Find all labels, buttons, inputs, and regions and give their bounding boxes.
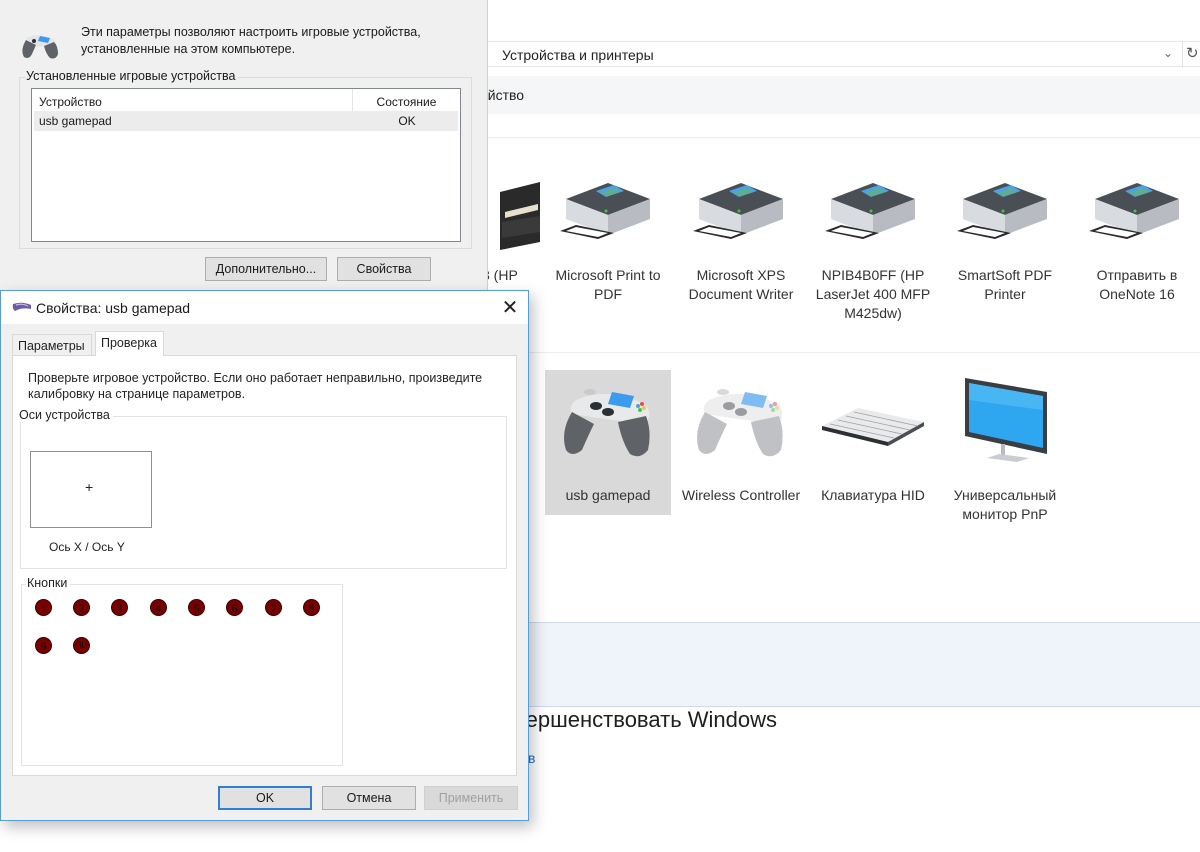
properties-button[interactable]: Свойства — [337, 257, 431, 281]
printer-item[interactable]: NPIB4B0FF (HP LaserJet 400 MFP M425dw) — [810, 162, 936, 323]
advanced-button[interactable]: Дополнительно... — [205, 257, 327, 281]
gamepad-button-indicator: 8 — [303, 599, 320, 616]
game-controllers-dialog: Эти параметры позволяют настроить игровы… — [0, 0, 488, 300]
buttons-group — [21, 584, 343, 766]
column-header-device[interactable]: Устройство — [39, 95, 102, 109]
gamepad-icon — [678, 370, 804, 470]
cancel-button[interactable]: Отмена — [322, 786, 416, 810]
printer-item[interactable]: Отправить в OneNote 16 — [1074, 162, 1200, 304]
gamepad-button-indicator: 5 — [188, 599, 205, 616]
device-name: usb gamepad — [565, 487, 651, 503]
xy-axis-label: Ось X / Ось Y — [49, 540, 125, 554]
command-bar: ойство — [480, 76, 1200, 114]
close-icon[interactable]: ✕ — [495, 295, 525, 321]
divider — [480, 137, 1200, 138]
printer-icon — [1074, 162, 1200, 262]
gamepad-icon — [12, 301, 32, 316]
keyboard-icon — [810, 370, 936, 470]
breadcrumb[interactable]: Устройства и принтеры — [502, 47, 654, 63]
device-cell: usb gamepad — [39, 114, 112, 128]
crosshair-icon: + — [85, 479, 94, 495]
apply-button[interactable]: Применить — [424, 786, 518, 810]
printer-item[interactable]: SmartSoft PDF Printer — [942, 162, 1068, 304]
printer-name: SmartSoft PDF Printer — [957, 267, 1053, 302]
device-name: Универсальный монитор PnP — [953, 487, 1057, 522]
gamepad-properties-dialog: Свойства: usb gamepad ✕ Параметры Провер… — [0, 290, 529, 821]
address-bar[interactable]: › Устройства и принтеры ⌄ ↻ — [480, 41, 1200, 68]
details-pane — [480, 622, 1200, 707]
improve-windows-link[interactable]: в — [528, 750, 535, 766]
list-header: Устройство Состояние — [32, 89, 460, 111]
printer-icon — [678, 162, 804, 262]
xy-axis-display: + — [30, 451, 152, 528]
device-item-wireless-controller[interactable]: Wireless Controller — [678, 370, 804, 505]
device-name: Wireless Controller — [681, 487, 801, 503]
printer-name: Microsoft XPS Document Writer — [688, 267, 794, 302]
ok-button[interactable]: OK — [218, 786, 312, 810]
printer-icon — [810, 162, 936, 262]
dialog-titlebar[interactable]: Свойства: usb gamepad ✕ — [1, 291, 528, 324]
column-header-status[interactable]: Состояние — [352, 89, 460, 111]
gamepad-button-indicator: 7 — [265, 599, 282, 616]
gamepad-icon — [545, 370, 671, 470]
installed-devices-list[interactable]: Устройство Состояние usb gamepad OK — [31, 88, 461, 242]
status-cell: OK — [398, 114, 416, 128]
printer-item[interactable]: Microsoft Print to PDF — [545, 162, 671, 304]
test-tab-panel: Проверьте игровое устройство. Если оно р… — [12, 355, 517, 776]
device-item-hid-keyboard[interactable]: Клавиатура HID — [810, 370, 936, 505]
printer-icon — [942, 162, 1068, 262]
address-dropdown-icon[interactable]: ⌄ — [1163, 46, 1173, 60]
list-row[interactable]: usb gamepad OK — [34, 111, 458, 131]
printer-item[interactable]: Microsoft XPS Document Writer — [678, 162, 804, 304]
device-name: Клавиатура HID — [821, 487, 925, 503]
printer-name: Отправить в OneNote 16 — [1096, 267, 1178, 302]
dialog-title: Свойства: usb gamepad — [36, 300, 191, 316]
test-description: Проверьте игровое устройство. Если оно р… — [28, 371, 483, 401]
gamepad-button-indicator: 1 — [35, 599, 52, 616]
device-item-usb-gamepad[interactable]: usb gamepad — [545, 370, 671, 515]
monitor-icon — [942, 370, 1068, 470]
gamepad-button-indicator: 9 — [35, 637, 52, 654]
tab-test[interactable]: Проверка — [95, 331, 164, 356]
printer-name: Microsoft Print to PDF — [555, 267, 661, 302]
intro-text: Эти параметры позволяют настроить игровы… — [81, 25, 421, 56]
gamepad-icon — [20, 30, 60, 63]
tab-parameters[interactable]: Параметры — [12, 334, 92, 356]
gamepad-button-indicator: 6 — [226, 599, 243, 616]
installed-devices-group-label: Установленные игровые устройства — [26, 69, 239, 83]
printer-icon — [545, 162, 671, 262]
gamepad-button-indicator: 10 — [73, 637, 90, 654]
gamepad-button-indicator: 2 — [73, 599, 90, 616]
printer-name: NPIB4B0FF (HP LaserJet 400 MFP M425dw) — [815, 267, 931, 321]
gamepad-button-indicator: 3 — [111, 599, 128, 616]
gamepad-button-indicator: 4 — [150, 599, 167, 616]
refresh-icon[interactable]: ↻ — [1186, 44, 1199, 62]
device-item-pnp-monitor[interactable]: Универсальный монитор PnP — [942, 370, 1068, 524]
address-separator — [1182, 42, 1183, 68]
buttons-group-label: Кнопки — [25, 576, 71, 590]
axes-group-label: Оси устройства — [17, 408, 113, 422]
divider — [480, 352, 1200, 353]
